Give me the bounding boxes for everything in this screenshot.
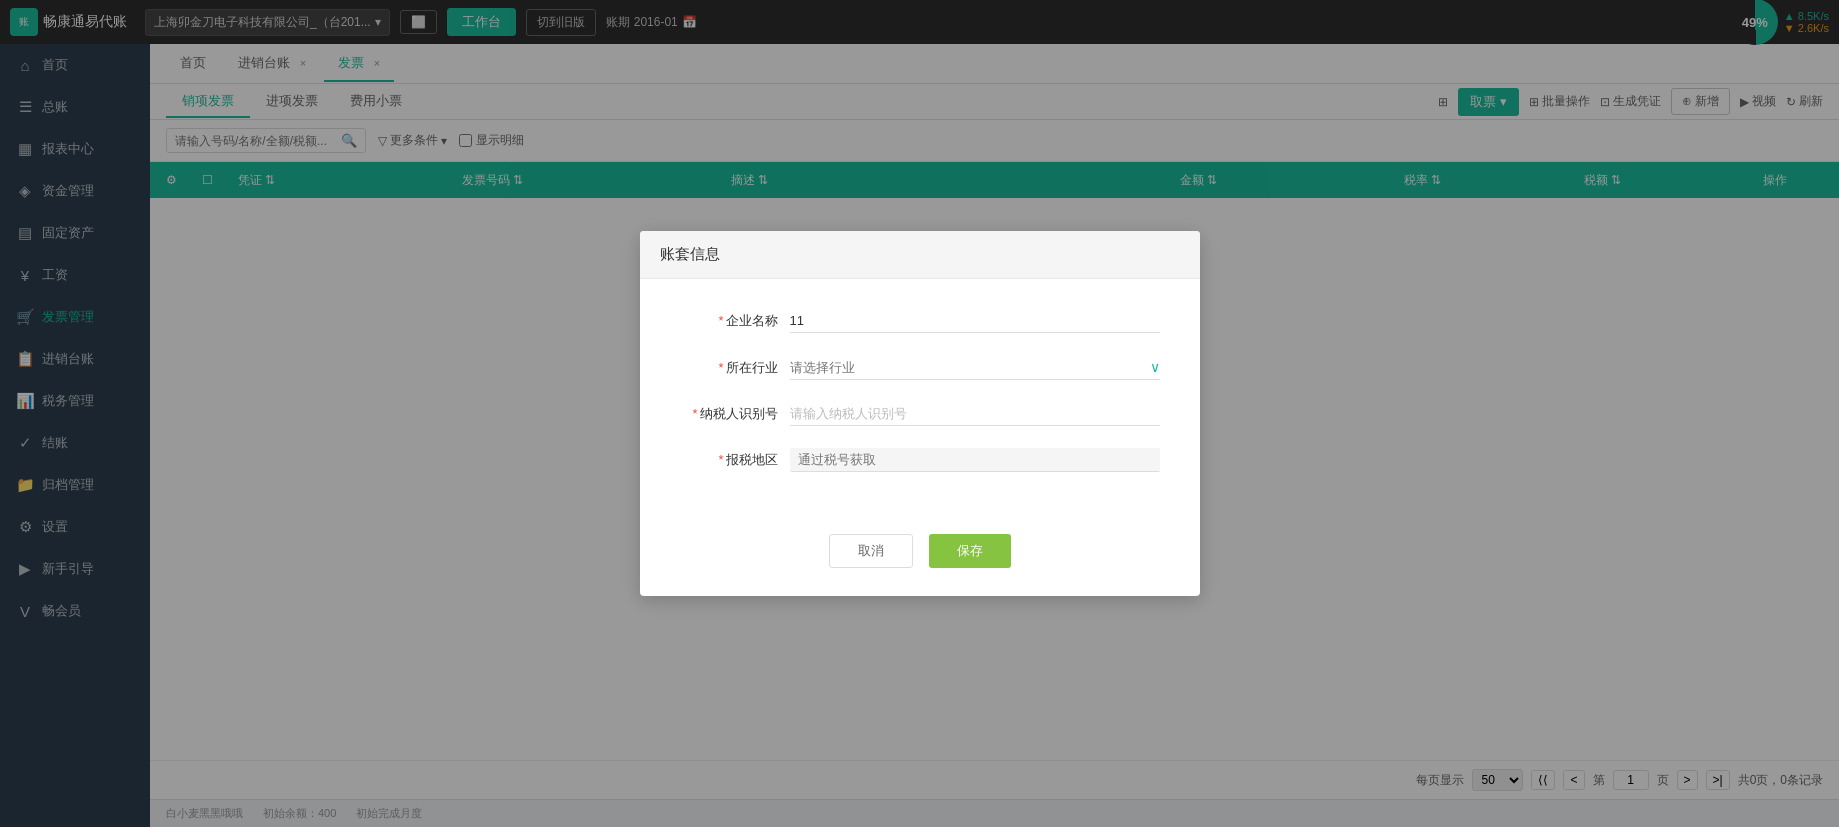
modal-footer: 取消 保存 <box>640 524 1200 596</box>
modal-body: *企业名称 *所在行业 ∨ *纳税人识别号 <box>640 279 1200 524</box>
industry-select-wrapper[interactable]: ∨ <box>790 355 1160 380</box>
taxregion-label: *报税地区 <box>680 451 790 469</box>
save-button[interactable]: 保存 <box>929 534 1011 568</box>
modal-title: 账套信息 <box>660 245 720 262</box>
modal-header: 账套信息 <box>640 231 1200 279</box>
industry-select-input[interactable] <box>790 360 1150 375</box>
modal-overlay: 账套信息 *企业名称 *所在行业 ∨ <box>0 0 1839 827</box>
industry-label: *所在行业 <box>680 359 790 377</box>
chevron-down-icon: ∨ <box>1150 359 1160 375</box>
company-name-input[interactable] <box>790 309 1160 333</box>
account-info-modal: 账套信息 *企业名称 *所在行业 ∨ <box>640 231 1200 596</box>
cancel-button[interactable]: 取消 <box>829 534 913 568</box>
form-row-taxregion: *报税地区 <box>680 448 1160 472</box>
taxregion-input <box>790 448 1160 472</box>
taxid-input[interactable] <box>790 402 1160 426</box>
form-row-taxid: *纳税人识别号 <box>680 402 1160 426</box>
company-label: *企业名称 <box>680 312 790 330</box>
form-row-company: *企业名称 <box>680 309 1160 333</box>
form-row-industry: *所在行业 ∨ <box>680 355 1160 380</box>
taxid-label: *纳税人识别号 <box>680 405 790 423</box>
